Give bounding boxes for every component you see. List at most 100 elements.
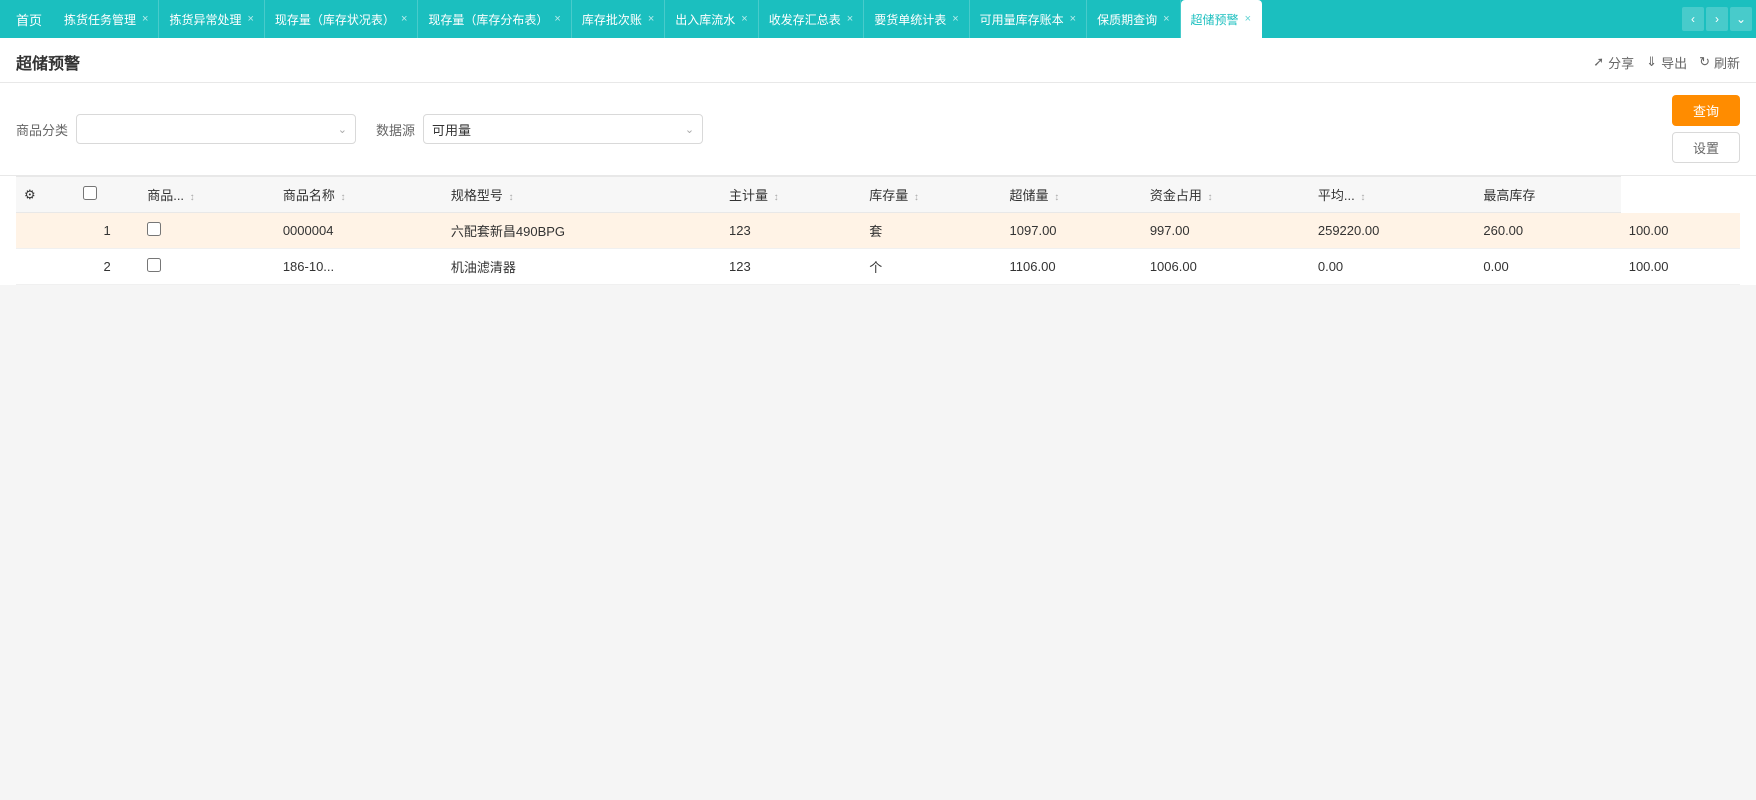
share-button[interactable]: ➚ 分享 [1593, 53, 1634, 72]
page-header: 超储预警 ➚ 分享 ⇓ 导出 ↻ 刷新 [0, 38, 1756, 83]
gear-cell [16, 213, 75, 249]
product-name-cell: 机油滤清器 [443, 249, 721, 285]
spec-cell: 123 [721, 213, 861, 249]
sort-icon-capital: ↕ [1207, 192, 1212, 203]
export-button[interactable]: ⇓ 导出 [1646, 53, 1687, 72]
capital-cell: 259220.00 [1310, 213, 1476, 249]
col-gear: ⚙ [16, 177, 75, 213]
share-icon: ➚ [1593, 54, 1604, 70]
nav-next-button[interactable]: › [1706, 7, 1728, 31]
query-button[interactable]: 查询 [1672, 95, 1740, 126]
table-row: 10000004六配套新昌490BPG123套1097.00997.002592… [16, 213, 1740, 249]
col-product-code[interactable]: 商品... ↕ [139, 177, 275, 213]
col-unit[interactable]: 主计量 ↕ [721, 177, 861, 213]
avg-cell: 0.00 [1475, 249, 1620, 285]
close-tab-7[interactable]: × [952, 13, 958, 25]
max-stock-cell: 100.00 [1621, 213, 1740, 249]
overstock-cell: 1006.00 [1142, 249, 1310, 285]
table-area: ⚙ 商品... ↕ 商品名称 ↕ 规格型号 ↕ 主计量 [0, 176, 1756, 285]
unit-cell: 套 [861, 213, 1001, 249]
nav-arrows: ‹ › ⌄ [1682, 7, 1752, 31]
datasource-select[interactable]: 可用量 ⌄ [423, 114, 703, 144]
sort-icon-overstock: ↕ [1054, 192, 1059, 203]
nav-tab-7[interactable]: 要货单统计表 × [864, 0, 969, 38]
table-body: 10000004六配套新昌490BPG123套1097.00997.002592… [16, 213, 1740, 285]
close-tab-9[interactable]: × [1163, 13, 1169, 25]
close-tab-3[interactable]: × [554, 13, 560, 25]
product-code-cell: 0000004 [275, 213, 443, 249]
sort-icon-unit: ↕ [774, 192, 779, 203]
nav-tab-0[interactable]: 拣货任务管理 × [54, 0, 159, 38]
col-overstock[interactable]: 超储量 ↕ [1002, 177, 1142, 213]
col-checkbox [75, 177, 139, 213]
select-all-checkbox[interactable] [83, 186, 97, 200]
max-stock-cell: 100.00 [1621, 249, 1740, 285]
nav-prev-button[interactable]: ‹ [1682, 7, 1704, 31]
chevron-down-icon-2: ⌄ [685, 123, 694, 136]
sort-icon-spec: ↕ [509, 192, 514, 203]
stock-cell: 1097.00 [1002, 213, 1142, 249]
row-checkbox-cell [139, 249, 275, 285]
sort-icon-code: ↕ [190, 192, 195, 203]
close-tab-5[interactable]: × [741, 13, 747, 25]
col-stock[interactable]: 库存量 ↕ [861, 177, 1001, 213]
close-tab-1[interactable]: × [247, 13, 253, 25]
filter-buttons: 查询 设置 [1672, 95, 1740, 163]
nav-tab-4[interactable]: 库存批次账 × [572, 0, 665, 38]
close-tab-4[interactable]: × [648, 13, 654, 25]
close-tab-0[interactable]: × [142, 13, 148, 25]
close-tab-8[interactable]: × [1070, 13, 1076, 25]
col-spec[interactable]: 规格型号 ↕ [443, 177, 721, 213]
nav-tab-8[interactable]: 可用量库存账本 × [970, 0, 1087, 38]
row-checkbox-0[interactable] [147, 222, 161, 236]
category-select[interactable]: ⌄ [76, 114, 356, 144]
row-checkbox-cell [139, 213, 275, 249]
unit-cell: 个 [861, 249, 1001, 285]
capital-cell: 0.00 [1310, 249, 1476, 285]
spec-cell: 123 [721, 249, 861, 285]
col-max-stock[interactable]: 最高库存 [1475, 177, 1620, 213]
nav-tab-3[interactable]: 现存量（库存分布表） × [418, 0, 571, 38]
product-name-cell: 六配套新昌490BPG [443, 213, 721, 249]
nav-tab-5[interactable]: 出入库流水 × [665, 0, 758, 38]
close-tab-10[interactable]: × [1245, 13, 1251, 25]
nav-tab-6[interactable]: 收发存汇总表 × [759, 0, 864, 38]
nav-tab-1[interactable]: 拣货异常处理 × [159, 0, 264, 38]
close-tab-2[interactable]: × [401, 13, 407, 25]
table-row: 2186-10...机油滤清器123个1106.001006.000.000.0… [16, 249, 1740, 285]
product-code-cell: 186-10... [275, 249, 443, 285]
nav-tab-2[interactable]: 现存量（库存状况表） × [265, 0, 418, 38]
nav-menu-button[interactable]: ⌄ [1730, 7, 1752, 31]
nav-tab-10[interactable]: 超储预警 × [1181, 0, 1262, 38]
page-title: 超储预警 [16, 50, 80, 74]
category-filter: 商品分类 ⌄ [16, 114, 356, 144]
top-navigation: 首页 拣货任务管理 × 拣货异常处理 × 现存量（库存状况表） × 现存量（库存… [0, 0, 1756, 38]
table-header-row: ⚙ 商品... ↕ 商品名称 ↕ 规格型号 ↕ 主计量 [16, 177, 1740, 213]
category-label: 商品分类 [16, 120, 68, 139]
sort-icon-stock: ↕ [914, 192, 919, 203]
filter-area: 商品分类 ⌄ 数据源 可用量 ⌄ 查询 设置 [0, 83, 1756, 176]
row-checkbox-1[interactable] [147, 258, 161, 272]
refresh-icon: ↻ [1699, 54, 1710, 70]
settings-button[interactable]: 设置 [1672, 132, 1740, 163]
datasource-value: 可用量 [432, 120, 471, 139]
row-num: 1 [75, 213, 139, 249]
header-actions: ➚ 分享 ⇓ 导出 ↻ 刷新 [1593, 53, 1740, 72]
col-capital[interactable]: 资金占用 ↕ [1142, 177, 1310, 213]
gear-cell [16, 249, 75, 285]
col-product-name[interactable]: 商品名称 ↕ [275, 177, 443, 213]
avg-cell: 260.00 [1475, 213, 1620, 249]
refresh-button[interactable]: ↻ 刷新 [1699, 53, 1740, 72]
sort-icon-name: ↕ [340, 192, 345, 203]
nav-tab-9[interactable]: 保质期查询 × [1087, 0, 1180, 38]
row-num: 2 [75, 249, 139, 285]
nav-home[interactable]: 首页 [4, 10, 54, 29]
chevron-down-icon: ⌄ [338, 123, 347, 136]
sort-icon-avg: ↕ [1360, 192, 1365, 203]
gear-icon[interactable]: ⚙ [24, 187, 36, 202]
close-tab-6[interactable]: × [847, 13, 853, 25]
col-avg[interactable]: 平均... ↕ [1310, 177, 1476, 213]
stock-cell: 1106.00 [1002, 249, 1142, 285]
datasource-label: 数据源 [376, 120, 415, 139]
export-icon: ⇓ [1646, 54, 1657, 70]
